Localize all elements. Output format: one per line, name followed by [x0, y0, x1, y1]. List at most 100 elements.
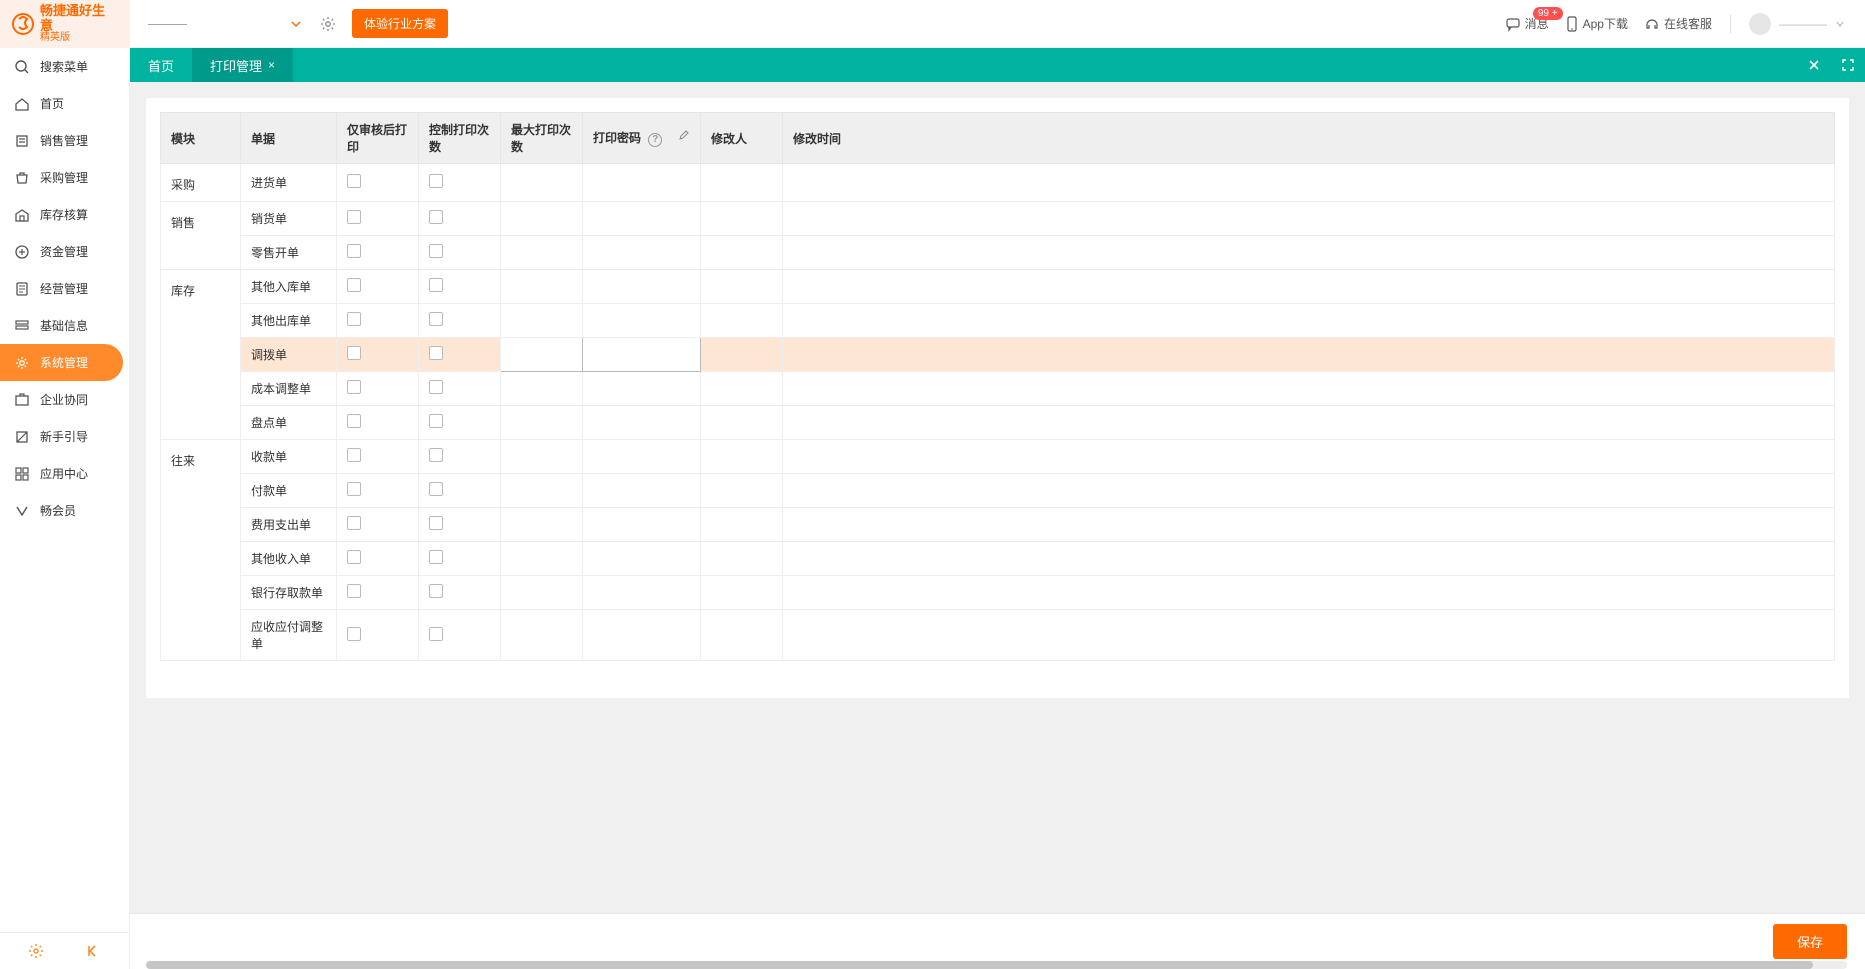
control-count-cell — [419, 508, 501, 542]
max-count-cell — [501, 508, 583, 542]
checkbox[interactable] — [429, 550, 443, 564]
sidebar-item-home[interactable]: 首页 — [0, 85, 129, 122]
checkbox[interactable] — [429, 627, 443, 641]
control-count-cell — [419, 542, 501, 576]
doc-cell: 其他入库单 — [241, 270, 337, 304]
th-module: 模块 — [161, 113, 241, 164]
close-icon[interactable]: × — [268, 58, 275, 72]
promo-button[interactable]: 体验行业方案 — [352, 9, 448, 38]
sidebar-item-enterprise[interactable]: 企业协同 — [0, 381, 129, 418]
sidebar-item-inventory[interactable]: 库存核算 — [0, 196, 129, 233]
sidebar-item-purchase[interactable]: 采购管理 — [0, 159, 129, 196]
sidebar-item-label: 资金管理 — [40, 243, 88, 260]
password-input[interactable] — [583, 338, 701, 372]
table-row: 付款单 — [161, 474, 1835, 508]
sidebar-item-search[interactable]: 搜索菜单 — [0, 48, 129, 85]
checkbox[interactable] — [347, 482, 361, 496]
brand-logo: 畅捷通好生意 精英版 — [0, 0, 130, 48]
separator — [1730, 15, 1731, 33]
checkbox[interactable] — [429, 346, 443, 360]
settings-icon[interactable] — [28, 943, 44, 959]
checkbox[interactable] — [347, 448, 361, 462]
th-audit-only: 仅审核后打印 — [337, 113, 419, 164]
checkbox[interactable] — [347, 584, 361, 598]
help-icon[interactable]: ? — [648, 133, 662, 147]
password-cell — [583, 440, 701, 474]
checkbox[interactable] — [429, 482, 443, 496]
checkbox[interactable] — [429, 312, 443, 326]
sidebar-footer — [0, 932, 129, 969]
modifier-cell — [701, 270, 783, 304]
checkbox[interactable] — [429, 448, 443, 462]
doc-cell: 其他出库单 — [241, 304, 337, 338]
checkbox[interactable] — [347, 627, 361, 641]
audit-only-cell — [337, 406, 419, 440]
app-download-button[interactable]: App下载 — [1565, 15, 1628, 32]
password-cell — [583, 542, 701, 576]
sidebar-item-sales[interactable]: 销售管理 — [0, 122, 129, 159]
checkbox[interactable] — [347, 380, 361, 394]
chat-icon — [1505, 16, 1521, 32]
checkbox[interactable] — [429, 584, 443, 598]
control-count-cell — [419, 610, 501, 661]
org-selector[interactable]: ——— — [130, 16, 320, 31]
checkbox[interactable] — [429, 210, 443, 224]
checkbox[interactable] — [347, 550, 361, 564]
tab-print-manage[interactable]: 打印管理 × — [192, 48, 293, 82]
checkbox[interactable] — [429, 516, 443, 530]
checkbox[interactable] — [347, 278, 361, 292]
sidebar-item-fund[interactable]: 资金管理 — [0, 233, 129, 270]
checkbox[interactable] — [429, 174, 443, 188]
edit-icon[interactable] — [678, 129, 690, 141]
fullscreen-icon[interactable] — [1831, 48, 1865, 82]
checkbox[interactable] — [347, 210, 361, 224]
sidebar-item-vip[interactable]: 畅会员 — [0, 492, 129, 529]
audit-only-cell — [337, 236, 419, 270]
table-header-row: 模块 单据 仅审核后打印 控制打印次数 最大打印次数 打印密码 ? — [161, 113, 1835, 164]
password-cell — [583, 508, 701, 542]
max-count-cell — [501, 542, 583, 576]
checkbox[interactable] — [347, 516, 361, 530]
password-cell — [583, 576, 701, 610]
modify-time-cell — [783, 338, 1835, 372]
modifier-cell — [701, 440, 783, 474]
checkbox[interactable] — [347, 174, 361, 188]
online-service-button[interactable]: 在线客服 — [1644, 15, 1712, 32]
modify-time-cell — [783, 304, 1835, 338]
table-row: 成本调整单 — [161, 372, 1835, 406]
horizontal-scrollbar[interactable] — [146, 961, 1847, 969]
checkbox[interactable] — [347, 346, 361, 360]
max-count-cell — [501, 164, 583, 202]
module-cell: 销售 — [161, 202, 241, 270]
modify-time-cell — [783, 406, 1835, 440]
user-menu[interactable]: ———— — [1749, 13, 1845, 35]
checkbox[interactable] — [429, 380, 443, 394]
checkbox[interactable] — [429, 278, 443, 292]
sidebar-item-system[interactable]: 系统管理 — [0, 344, 123, 381]
modifier-cell — [701, 304, 783, 338]
sidebar-item-apps[interactable]: 应用中心 — [0, 455, 129, 492]
max-count-input[interactable] — [501, 338, 583, 372]
collapse-icon[interactable] — [85, 943, 101, 959]
checkbox[interactable] — [347, 312, 361, 326]
modifier-cell — [701, 236, 783, 270]
checkbox[interactable] — [429, 244, 443, 258]
gear-icon[interactable] — [320, 16, 346, 32]
close-all-tabs-icon[interactable] — [1797, 48, 1831, 82]
sidebar-item-label: 基础信息 — [40, 317, 88, 334]
checkbox[interactable] — [347, 244, 361, 258]
scrollbar-thumb[interactable] — [146, 961, 1813, 969]
checkbox[interactable] — [429, 414, 443, 428]
modify-time-cell — [783, 508, 1835, 542]
sidebar-item-basedata[interactable]: 基础信息 — [0, 307, 129, 344]
table-row: 银行存取款单 — [161, 576, 1835, 610]
brand-name: 畅捷通好生意 — [40, 4, 116, 33]
checkbox[interactable] — [347, 414, 361, 428]
sidebar-item-guide[interactable]: 新手引导 — [0, 418, 129, 455]
save-button[interactable]: 保存 — [1773, 924, 1847, 959]
tab-home[interactable]: 首页 — [130, 48, 192, 82]
sidebar-item-operation[interactable]: 经营管理 — [0, 270, 129, 307]
sidebar-item-label: 企业协同 — [40, 391, 88, 408]
messages-button[interactable]: 消息 99 + — [1505, 15, 1549, 32]
control-count-cell — [419, 236, 501, 270]
